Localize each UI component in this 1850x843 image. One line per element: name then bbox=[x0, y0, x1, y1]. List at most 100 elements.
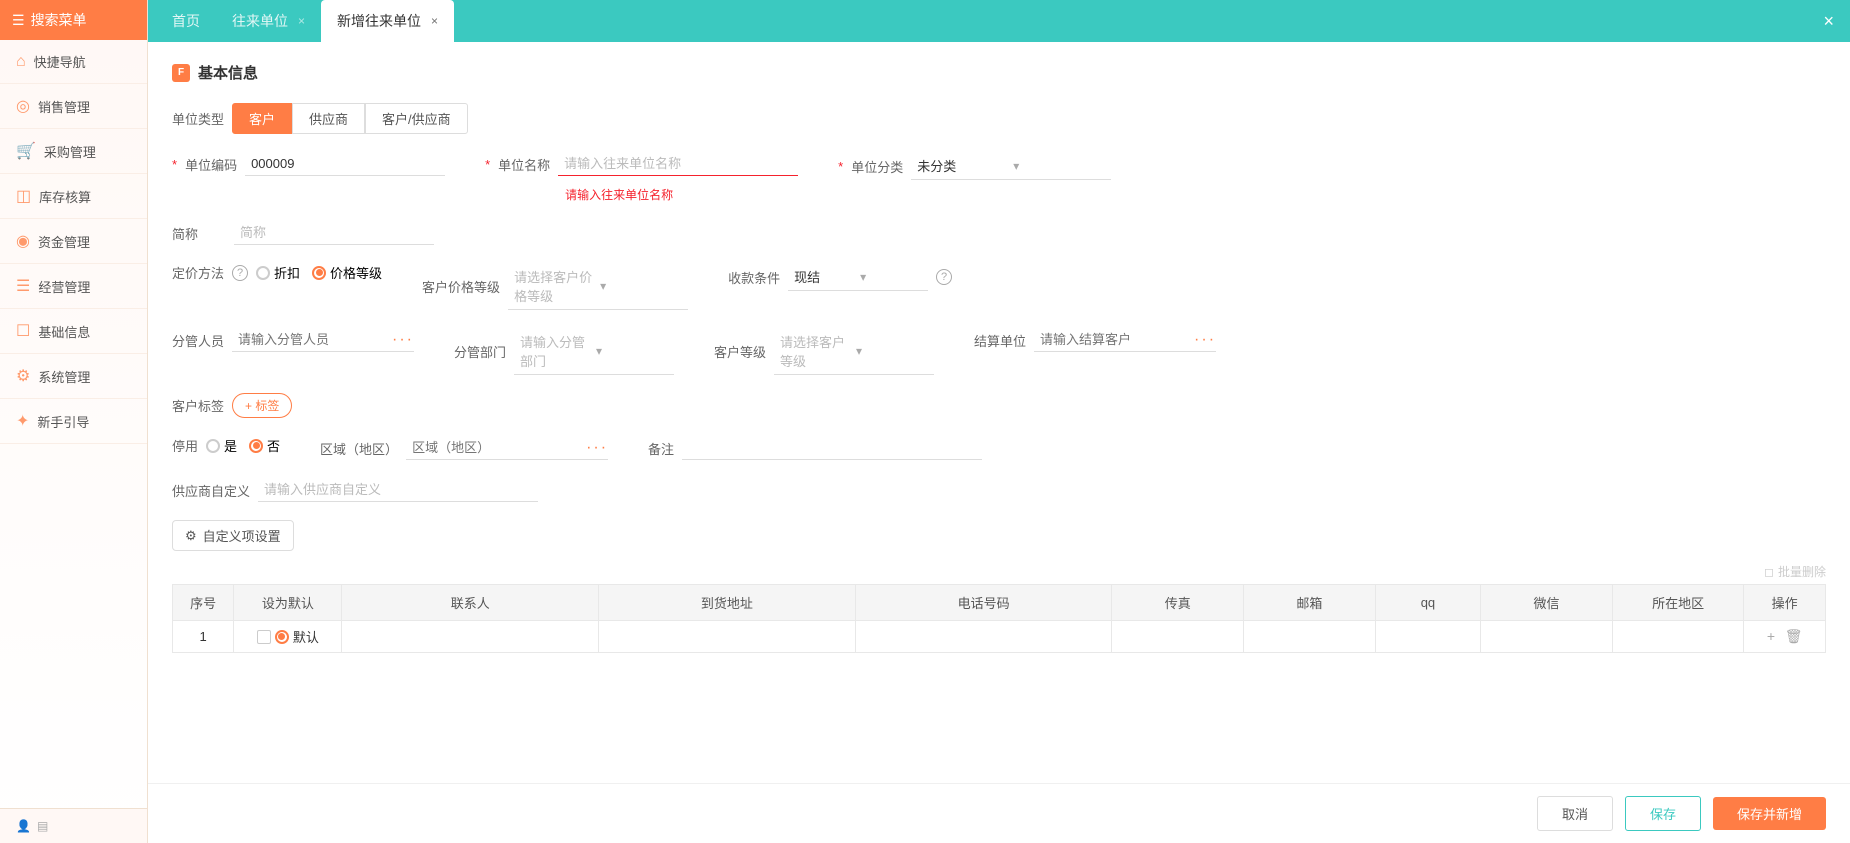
customer-level-select[interactable]: 请选择客户等级 ▾ bbox=[774, 328, 934, 375]
unit-category-value: 未分类 bbox=[917, 156, 1009, 175]
sidebar-item-system[interactable]: ⚙ 系统管理 bbox=[0, 354, 147, 399]
sidebar-item-quick-nav[interactable]: ⌂ 快捷导航 bbox=[0, 40, 147, 84]
cell-default: 默认 bbox=[234, 621, 342, 653]
sidebar-item-guide[interactable]: ✦ 新手引导 bbox=[0, 399, 147, 444]
settlement-unit-input[interactable] bbox=[1034, 328, 1194, 351]
radio-price-level[interactable]: 价格等级 bbox=[312, 263, 382, 282]
add-row-btn[interactable]: + bbox=[1764, 628, 1778, 644]
basic-icon: ☐ bbox=[16, 321, 30, 341]
cell-phone bbox=[855, 621, 1112, 653]
cancel-button[interactable]: 取消 bbox=[1537, 796, 1613, 831]
cell-address bbox=[599, 621, 856, 653]
fax-input[interactable] bbox=[1138, 629, 1218, 644]
sidebar-item-basic[interactable]: ☐ 基础信息 bbox=[0, 309, 147, 354]
custom-settings-button[interactable]: ⚙ 自定义项设置 bbox=[172, 520, 294, 551]
pricing-method-label: 定价方法 bbox=[172, 263, 224, 282]
disable-radio-group: 是 否 bbox=[206, 436, 280, 455]
tab-new-partner[interactable]: 新增往来单位 × bbox=[321, 0, 454, 42]
unit-type-both-btn[interactable]: 客户/供应商 bbox=[365, 103, 468, 134]
cell-seq: 1 bbox=[173, 621, 234, 653]
qq-input[interactable] bbox=[1398, 629, 1458, 644]
th-email: 邮箱 bbox=[1244, 585, 1376, 621]
del-row-btn[interactable]: 🗑 bbox=[1782, 628, 1806, 644]
radio-disable-no[interactable]: 否 bbox=[249, 436, 280, 455]
th-qq: qq bbox=[1375, 585, 1481, 621]
unit-category-select[interactable]: 未分类 ▾ bbox=[911, 152, 1111, 180]
table-row: 1 默认 bbox=[173, 621, 1826, 653]
department-field: 分管部门 请输入分管部门 ▾ bbox=[454, 328, 674, 375]
wechat-input[interactable] bbox=[1506, 629, 1586, 644]
sidebar-item-inventory[interactable]: ◫ 库存核算 bbox=[0, 174, 147, 219]
save-button[interactable]: 保存 bbox=[1625, 796, 1701, 831]
unit-code-input[interactable] bbox=[245, 152, 445, 176]
manager-row: 分管人员 ··· 分管部门 请输入分管部门 ▾ 客户等级 请选择客户等级 bbox=[172, 328, 1826, 375]
save-new-button[interactable]: 保存并新增 bbox=[1713, 797, 1826, 830]
unit-type-field: 单位类型 客户 供应商 客户/供应商 bbox=[172, 103, 468, 134]
unit-type-supplier-btn[interactable]: 供应商 bbox=[292, 103, 365, 134]
customer-level-placeholder: 请选择客户等级 bbox=[780, 332, 852, 370]
supplier-custom-row: 供应商自定义 bbox=[172, 478, 1826, 502]
payment-help-icon[interactable]: ? bbox=[936, 269, 952, 285]
short-name-input[interactable] bbox=[234, 221, 434, 245]
radio-discount-label: 折扣 bbox=[274, 263, 300, 282]
sidebar-item-purchase[interactable]: 🛒 采购管理 bbox=[0, 129, 147, 174]
required-star-code: * bbox=[172, 157, 177, 172]
unit-name-input[interactable] bbox=[558, 152, 798, 176]
th-default: 设为默认 bbox=[234, 585, 342, 621]
user-icon: 👤 bbox=[16, 819, 31, 833]
manager-more-btn[interactable]: ··· bbox=[392, 331, 414, 349]
remark-input[interactable] bbox=[682, 436, 982, 460]
payment-terms-field: 收款条件 现结 ▾ ? bbox=[728, 263, 952, 291]
row-checkbox[interactable] bbox=[257, 630, 271, 644]
batch-delete-area[interactable]: ◻ 批量删除 bbox=[172, 563, 1826, 580]
contact-input[interactable] bbox=[352, 629, 588, 644]
cell-wechat bbox=[1481, 621, 1613, 653]
settlement-unit-field: 结算单位 ··· bbox=[974, 328, 1216, 352]
supplier-custom-input[interactable] bbox=[258, 478, 538, 502]
th-region: 所在地区 bbox=[1612, 585, 1744, 621]
sidebar-item-operations[interactable]: ☰ 经营管理 bbox=[0, 264, 147, 309]
unit-type-label: 单位类型 bbox=[172, 109, 224, 128]
tab-partners-close[interactable]: × bbox=[298, 14, 305, 28]
payment-terms-select[interactable]: 现结 ▾ bbox=[788, 263, 928, 291]
sidebar-item-finance[interactable]: ◉ 资金管理 bbox=[0, 219, 147, 264]
unit-type-row: 单位类型 客户 供应商 客户/供应商 bbox=[172, 103, 1826, 134]
contacts-table: 序号 设为默认 联系人 到货地址 电话号码 传真 邮箱 qq 微信 所在地区 操… bbox=[172, 584, 1826, 653]
tab-new-partner-label: 新增往来单位 bbox=[337, 11, 421, 31]
th-address: 到货地址 bbox=[599, 585, 856, 621]
pricing-help-icon[interactable]: ? bbox=[232, 265, 248, 281]
radio-discount[interactable]: 折扣 bbox=[256, 263, 300, 282]
tab-bar-close-btn[interactable]: × bbox=[1815, 11, 1842, 32]
department-placeholder: 请输入分管部门 bbox=[520, 332, 592, 370]
region-input[interactable] bbox=[406, 436, 586, 459]
unit-name-label: 单位名称 bbox=[498, 155, 550, 174]
tab-new-partner-close[interactable]: × bbox=[431, 14, 438, 28]
radio-disable-yes[interactable]: 是 bbox=[206, 436, 237, 455]
manager-input[interactable] bbox=[232, 328, 392, 351]
settlement-input-wrapper: ··· bbox=[1034, 328, 1216, 352]
sales-icon: ◎ bbox=[16, 96, 30, 116]
settlement-more-btn[interactable]: ··· bbox=[1194, 331, 1216, 349]
cell-fax bbox=[1112, 621, 1244, 653]
phone-input[interactable] bbox=[866, 629, 1102, 644]
radio-no-dot bbox=[253, 442, 260, 449]
radio-yes-label: 是 bbox=[224, 436, 237, 455]
address-input[interactable] bbox=[609, 629, 845, 644]
sidebar-item-label: 经营管理 bbox=[38, 277, 90, 296]
th-wechat: 微信 bbox=[1481, 585, 1613, 621]
tab-partners[interactable]: 往来单位 × bbox=[216, 0, 321, 42]
purchase-icon: 🛒 bbox=[16, 141, 36, 161]
department-select[interactable]: 请输入分管部门 ▾ bbox=[514, 328, 674, 375]
sidebar-search[interactable]: ☰ 搜索菜单 bbox=[0, 0, 147, 40]
customer-price-level-select[interactable]: 请选择客户价格等级 ▾ bbox=[508, 263, 688, 310]
table-region-input[interactable] bbox=[1638, 629, 1718, 644]
region-more-btn[interactable]: ··· bbox=[586, 439, 608, 457]
tab-home[interactable]: 首页 bbox=[156, 0, 216, 42]
pricing-method-field: 定价方法 ? 折扣 价格等级 bbox=[172, 263, 382, 282]
row-default-radio[interactable]: 默认 bbox=[275, 627, 319, 646]
sidebar-item-sales[interactable]: ◎ 销售管理 bbox=[0, 84, 147, 129]
sidebar-item-label: 销售管理 bbox=[38, 97, 90, 116]
email-input[interactable] bbox=[1269, 629, 1349, 644]
unit-type-customer-btn[interactable]: 客户 bbox=[232, 103, 292, 134]
add-tag-button[interactable]: + 标签 bbox=[232, 393, 292, 418]
